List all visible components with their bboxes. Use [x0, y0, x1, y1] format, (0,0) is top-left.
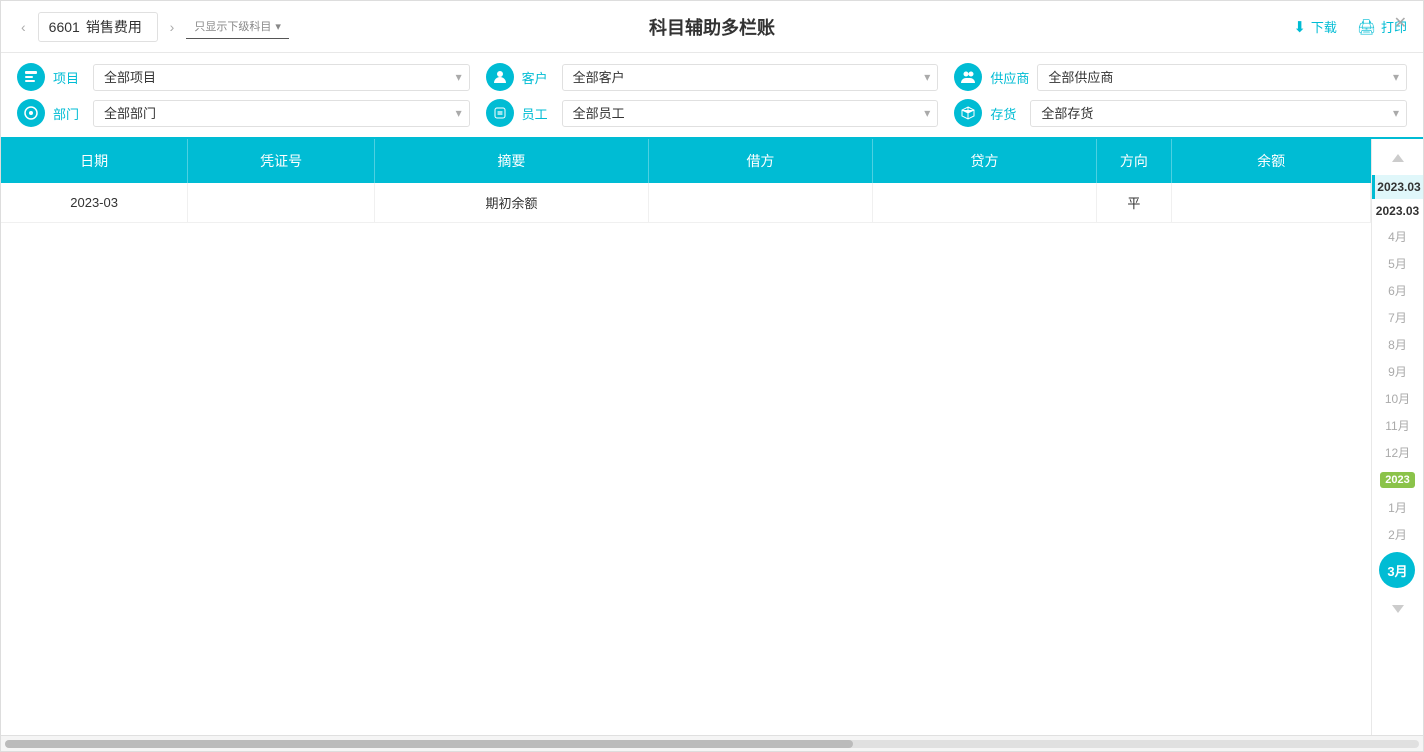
- page-title: 科目辅助多栏账: [649, 14, 775, 40]
- account-code: 6601: [49, 19, 80, 35]
- download-label: 下载: [1311, 17, 1337, 36]
- project-select[interactable]: 全部项目: [93, 64, 470, 91]
- sidebar-month-item[interactable]: 8月: [1372, 331, 1422, 358]
- sidebar-period-item[interactable]: 2023.03: [1372, 175, 1422, 199]
- col-header-date: 日期: [1, 139, 188, 183]
- scrollbar-thumb[interactable]: [5, 740, 853, 748]
- inventory-select[interactable]: 全部存货: [1030, 100, 1407, 127]
- horizontal-scrollbar[interactable]: [1, 735, 1423, 751]
- supplier-select[interactable]: 全部供应商: [1037, 64, 1407, 91]
- customer-label: 客户: [522, 68, 554, 87]
- ledger-table: 日期 凭证号 摘要 借方 贷方 方向 余额 2023-03 期初余额 平: [1, 139, 1371, 223]
- filter-customer: 客户 全部客户: [486, 63, 939, 91]
- sidebar-month-item[interactable]: 7月: [1372, 304, 1422, 331]
- table-cell: [1171, 183, 1370, 223]
- scrollbar-track: [5, 740, 1419, 748]
- account-name: 销售费用: [86, 17, 142, 37]
- filter-inventory: 存货 全部存货: [954, 99, 1407, 127]
- sidebar-month-item[interactable]: 4月: [1372, 223, 1422, 250]
- filter-project: 项目 全部项目: [17, 63, 470, 91]
- col-header-credit: 贷方: [872, 139, 1096, 183]
- department-select[interactable]: 全部部门: [93, 100, 470, 127]
- department-select-wrapper: 全部部门: [93, 100, 470, 127]
- col-header-summary: 摘要: [375, 139, 649, 183]
- right-sidebar: 2023.032023.034月5月6月7月8月9月10月11月12月20231…: [1371, 139, 1423, 735]
- supplier-icon: [954, 63, 982, 91]
- sidebar-month-item[interactable]: 11月: [1372, 412, 1422, 439]
- table-cell: 平: [1097, 183, 1172, 223]
- download-button[interactable]: ⬇ 下载: [1293, 17, 1337, 36]
- main-content: 日期 凭证号 摘要 借方 贷方 方向 余额 2023-03 期初余额 平: [1, 139, 1423, 735]
- inventory-select-wrapper: 全部存货: [1030, 100, 1407, 127]
- sidebar-month-item[interactable]: 5月: [1372, 250, 1422, 277]
- nav-prev-button[interactable]: ‹: [17, 17, 30, 37]
- table-row[interactable]: 2023-03 期初余额 平: [1, 183, 1371, 223]
- sidebar-month-item[interactable]: 2月: [1372, 521, 1422, 548]
- sidebar-month-item[interactable]: 10月: [1372, 385, 1422, 412]
- customer-select[interactable]: 全部客户: [562, 64, 939, 91]
- sidebar-period-item[interactable]: 2023.03: [1372, 199, 1422, 223]
- table-cell: [648, 183, 872, 223]
- supplier-label: 供应商: [990, 68, 1029, 87]
- chevron-down-icon: ▾: [275, 20, 281, 33]
- sidebar-month-item[interactable]: 12月: [1372, 439, 1422, 466]
- sidebar-month-item[interactable]: 9月: [1372, 358, 1422, 385]
- employee-select-wrapper: 全部员工: [562, 100, 939, 127]
- table-cell: [188, 183, 375, 223]
- filter-area: 项目 全部项目 客户 全部客户: [1, 53, 1423, 139]
- table-cell: 2023-03: [1, 183, 188, 223]
- filter-supplier: 供应商 全部供应商: [954, 63, 1407, 91]
- customer-select-wrapper: 全部客户: [562, 64, 939, 91]
- show-sub-button[interactable]: 只显示下级科目 ▾: [186, 14, 289, 39]
- filter-department: 部门 全部部门: [17, 99, 470, 127]
- supplier-select-wrapper: 全部供应商: [1037, 64, 1407, 91]
- customer-icon: [486, 63, 514, 91]
- table-header-row: 日期 凭证号 摘要 借方 贷方 方向 余额: [1, 139, 1371, 183]
- col-header-balance: 余额: [1171, 139, 1370, 183]
- project-label: 项目: [53, 68, 85, 87]
- table-area[interactable]: 日期 凭证号 摘要 借方 贷方 方向 余额 2023-03 期初余额 平: [1, 139, 1371, 735]
- nav-next-button[interactable]: ›: [166, 17, 179, 37]
- table-cell: 期初余额: [375, 183, 649, 223]
- title-left: ‹ 6601 销售费用 › 只显示下级科目 ▾: [17, 12, 289, 42]
- active-month-label[interactable]: 3月: [1379, 552, 1415, 588]
- show-sub-label: 只显示下级科目: [194, 18, 271, 34]
- employee-icon: [486, 99, 514, 127]
- title-bar: ‹ 6601 销售费用 › 只显示下级科目 ▾ 科目辅助多栏账 ⬇ 下载 🖨 打…: [1, 1, 1423, 53]
- department-label: 部门: [53, 104, 85, 123]
- inventory-icon: [954, 99, 982, 127]
- sidebar-month-item[interactable]: 1月: [1372, 494, 1422, 521]
- col-header-direction: 方向: [1097, 139, 1172, 183]
- title-right: ⬇ 下载 🖨 打印: [1293, 17, 1407, 36]
- print-icon: 🖨: [1357, 18, 1376, 36]
- table-cell: [872, 183, 1096, 223]
- col-header-voucher: 凭证号: [188, 139, 375, 183]
- sidebar-scroll-up[interactable]: [1382, 143, 1414, 175]
- project-select-wrapper: 全部项目: [93, 64, 470, 91]
- department-icon: [17, 99, 45, 127]
- sidebar-active-month[interactable]: 3月: [1372, 548, 1422, 592]
- sidebar-scroll-down[interactable]: [1382, 592, 1414, 624]
- account-code-box: 6601 销售费用: [38, 12, 158, 42]
- employee-label: 员工: [522, 104, 554, 123]
- inventory-label: 存货: [990, 104, 1022, 123]
- project-icon: [17, 63, 45, 91]
- employee-select[interactable]: 全部员工: [562, 100, 939, 127]
- sidebar-month-item[interactable]: 6月: [1372, 277, 1422, 304]
- download-icon: ⬇: [1293, 18, 1306, 36]
- filter-employee: 员工 全部员工: [486, 99, 939, 127]
- year-label: 2023: [1380, 472, 1414, 488]
- sidebar-year-badge[interactable]: 2023: [1372, 466, 1422, 494]
- close-button[interactable]: ✕: [1394, 13, 1407, 33]
- main-window: ‹ 6601 销售费用 › 只显示下级科目 ▾ 科目辅助多栏账 ⬇ 下载 🖨 打…: [0, 0, 1424, 752]
- col-header-debit: 借方: [648, 139, 872, 183]
